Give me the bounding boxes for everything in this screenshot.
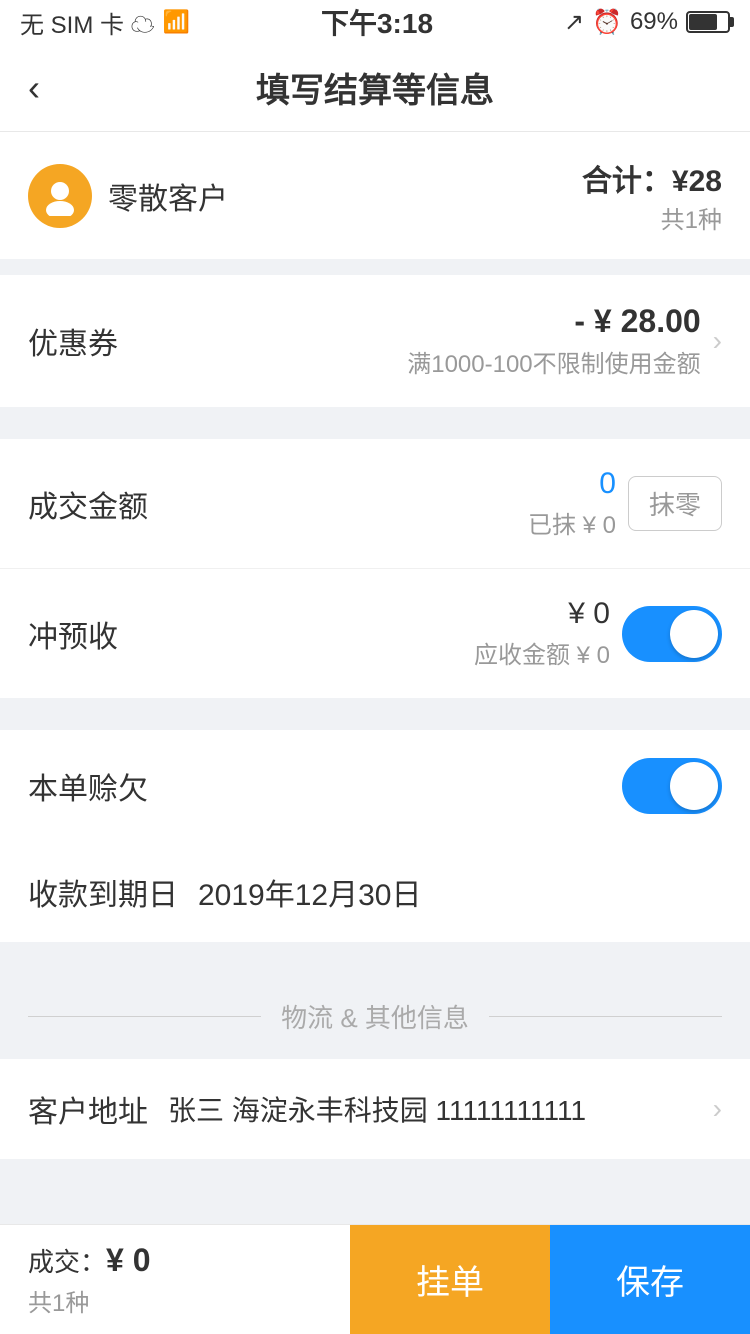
logistics-label: 物流 & 其他信息 — [281, 998, 469, 1035]
battery-icon — [686, 11, 730, 33]
coupon-discount: - ¥ 28.00 — [407, 303, 700, 340]
customer-row: 零散客户 合计：¥28 共1种 — [0, 132, 750, 259]
advance-block: ¥ 0 应收金额 ¥ 0 — [474, 597, 610, 670]
total-amount: 合计：¥28 — [582, 156, 722, 200]
main-content: 零散客户 合计：¥28 共1种 优惠券 - ¥ 28.00 满1000-100不… — [0, 132, 750, 1295]
section-divider-1 — [0, 423, 750, 439]
bottom-bar: 成交：¥ 0 共1种 挂单 保存 — [0, 1224, 750, 1334]
deal-amount-label: 成交金额 — [28, 482, 148, 526]
section-divider-3 — [0, 958, 750, 974]
advance-sub: 应收金额 ¥ 0 — [474, 635, 610, 670]
coupon-chevron-icon: › — [713, 325, 722, 357]
bottom-info: 成交：¥ 0 共1种 — [0, 1242, 350, 1318]
due-date-label: 收款到期日 — [28, 870, 178, 914]
deal-amount-value: 0 — [599, 467, 616, 500]
location-icon: ↗ — [564, 8, 584, 37]
avatar-icon — [40, 176, 80, 216]
deal-amount-row: 成交金额 0 已抹 ¥ 0 抹零 — [0, 439, 750, 568]
debt-toggle-knob — [670, 762, 718, 810]
coupon-value-block: - ¥ 28.00 满1000-100不限制使用金额 — [407, 303, 700, 379]
coupon-right: - ¥ 28.00 满1000-100不限制使用金额 › — [407, 303, 722, 379]
address-value: 张三 海淀永丰科技园 11111111111 — [168, 1089, 693, 1129]
advance-row: 冲预收 ¥ 0 应收金额 ¥ 0 — [0, 568, 750, 698]
debt-row: 本单赊欠 — [0, 730, 750, 842]
customer-avatar — [28, 164, 92, 228]
address-label: 客户地址 — [28, 1087, 148, 1131]
coupon-sub: 满1000-100不限制使用金额 — [407, 344, 700, 379]
bottom-deal-amount: ¥ 0 — [106, 1242, 150, 1278]
address-row[interactable]: 客户地址 张三 海淀永丰科技园 11111111111 › — [0, 1059, 750, 1159]
sim-label: 无 SIM 卡 ☁ — [20, 5, 155, 40]
advance-toggle[interactable] — [622, 606, 722, 662]
deal-amount-block: 0 已抹 ¥ 0 — [528, 467, 616, 540]
due-date-value: 2019年12月30日 — [198, 870, 421, 914]
round-zero-button[interactable]: 抹零 — [628, 476, 722, 531]
customer-card: 零散客户 合计：¥28 共1种 — [0, 132, 750, 259]
debt-right — [622, 758, 722, 814]
advance-right: ¥ 0 应收金额 ¥ 0 — [474, 597, 722, 670]
debt-label: 本单赊欠 — [28, 764, 148, 808]
section-divider-2 — [0, 714, 750, 730]
status-right: ↗ ⏰ 69% — [564, 8, 730, 37]
advance-label: 冲预收 — [28, 612, 118, 656]
deal-advance-card: 成交金额 0 已抹 ¥ 0 抹零 冲预收 ¥ 0 应收金额 ¥ 0 — [0, 439, 750, 698]
battery-percent: 69% — [630, 8, 678, 36]
due-date-row: 收款到期日 2019年12月30日 — [0, 842, 750, 942]
debt-toggle[interactable] — [622, 758, 722, 814]
coupon-card: 优惠券 - ¥ 28.00 满1000-100不限制使用金额 › — [0, 275, 750, 407]
hold-button[interactable]: 挂单 — [350, 1225, 550, 1334]
divider-line-right — [489, 1016, 722, 1017]
back-button[interactable]: ‹ — [28, 67, 40, 109]
page-title: 填写结算等信息 — [256, 63, 494, 112]
deal-amount-sub: 已抹 ¥ 0 — [528, 505, 616, 540]
status-bar: 无 SIM 卡 ☁ 📶 下午3:18 ↗ ⏰ 69% — [0, 0, 750, 44]
alarm-icon: ⏰ — [592, 8, 622, 37]
divider-line-left — [28, 1016, 261, 1017]
customer-left: 零散客户 — [28, 164, 228, 228]
customer-summary: 合计：¥28 共1种 — [582, 156, 722, 235]
deal-amount-right: 0 已抹 ¥ 0 抹零 — [528, 467, 722, 540]
bottom-deal-label: 成交：¥ 0 — [28, 1242, 322, 1279]
customer-name: 零散客户 — [108, 174, 228, 218]
status-left: 无 SIM 卡 ☁ 📶 — [20, 5, 190, 40]
debt-card: 本单赊欠 收款到期日 2019年12月30日 — [0, 730, 750, 942]
coupon-label: 优惠券 — [28, 319, 118, 363]
nav-bar: ‹ 填写结算等信息 — [0, 44, 750, 132]
status-time: 下午3:18 — [321, 2, 433, 42]
save-button[interactable]: 保存 — [550, 1225, 750, 1334]
coupon-row[interactable]: 优惠券 - ¥ 28.00 满1000-100不限制使用金额 › — [0, 275, 750, 407]
total-count: 共1种 — [582, 200, 722, 235]
wifi-icon: 📶 — [163, 9, 190, 35]
advance-value: ¥ 0 — [474, 597, 610, 631]
bottom-count: 共1种 — [28, 1283, 322, 1318]
address-chevron-icon: › — [713, 1093, 722, 1125]
logistics-divider: 物流 & 其他信息 — [0, 974, 750, 1059]
address-card: 客户地址 张三 海淀永丰科技园 11111111111 › — [0, 1059, 750, 1159]
advance-toggle-knob — [670, 610, 718, 658]
